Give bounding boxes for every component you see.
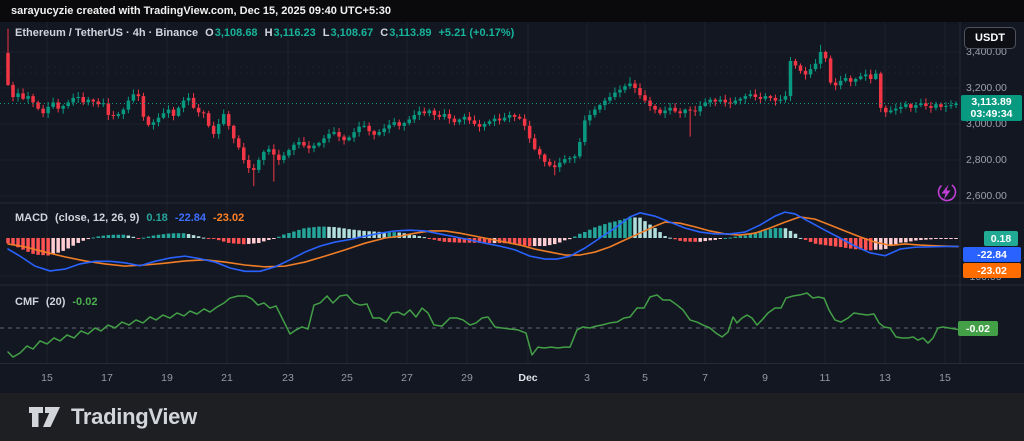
cmf-title: CMF [15, 296, 39, 308]
macd-signal-value: -23.02 [213, 212, 244, 224]
cmf-badge: -0.02 [958, 321, 998, 336]
change-value: +5.21 (+0.17%) [438, 27, 514, 39]
time-axis-label: 5 [642, 372, 648, 384]
macd-params: (close, 12, 26, 9) [55, 212, 139, 224]
high-value: H3,116.23 [265, 27, 316, 39]
footer-bar: TradingView [0, 393, 1024, 441]
last-price: 3,113.89 [971, 96, 1011, 108]
time-axis-label: 3 [584, 372, 590, 384]
time-axis-label: 29 [461, 372, 473, 384]
bar-countdown: 03:49:34 [970, 108, 1012, 120]
macd-line-badge: -22.84 [963, 247, 1021, 262]
time-axis-label: 9 [762, 372, 768, 384]
macd-hist-badge: 0.18 [984, 231, 1018, 246]
cmf-legend[interactable]: CMF (20) -0.02 [15, 296, 97, 308]
time-axis-label: 17 [101, 372, 113, 384]
price-axis-label: 2,600.00 [966, 190, 1007, 202]
brand-name[interactable]: TradingView [71, 404, 197, 430]
last-price-badge: 3,113.89 03:49:34 [961, 95, 1022, 121]
macd-signal-badge: -23.02 [963, 263, 1021, 278]
macd-legend[interactable]: MACD (close, 12, 26, 9) 0.18 -22.84 -23.… [15, 212, 244, 224]
open-value: O3,108.68 [205, 27, 257, 39]
symbol-legend[interactable]: Ethereum / TetherUS · 4h · Binance O3,10… [15, 27, 514, 39]
symbol-title: Ethereum / TetherUS · 4h · Binance [15, 27, 198, 39]
cmf-value: -0.02 [72, 296, 97, 308]
currency-toggle-button[interactable]: USDT [964, 27, 1016, 49]
time-axis-label: 15 [41, 372, 53, 384]
time-axis-label: 11 [820, 372, 831, 384]
tradingview-chart-screenshot: sarayucyzie created with TradingView.com… [0, 0, 1024, 441]
time-axis-label: Dec [518, 372, 537, 384]
chart-canvas[interactable] [0, 22, 1024, 363]
time-axis-label: 21 [221, 372, 233, 384]
time-axis-label: 7 [702, 372, 708, 384]
attribution-bar: sarayucyzie created with TradingView.com… [0, 0, 1024, 22]
price-axis-label: 2,800.00 [966, 154, 1007, 166]
price-axis-label: 3,200.00 [966, 82, 1007, 94]
attribution-text: sarayucyzie created with TradingView.com… [11, 5, 391, 17]
macd-hist-value: 0.18 [146, 212, 167, 224]
time-axis-label: 15 [939, 372, 951, 384]
time-axis-label: 23 [282, 372, 294, 384]
time-axis-label: 27 [401, 372, 413, 384]
time-axis-label: 19 [161, 372, 173, 384]
time-axis[interactable]: 15 17 19 21 23 25 27 29 Dec 3 5 7 9 11 13 15 [0, 363, 1024, 394]
macd-title: MACD [15, 212, 48, 224]
close-value: C3,113.89 [380, 27, 431, 39]
time-axis-label: 25 [341, 372, 353, 384]
time-axis-label: 13 [879, 372, 891, 384]
macd-line-value: -22.84 [175, 212, 206, 224]
tradingview-logo-icon[interactable] [28, 404, 62, 430]
cmf-params: (20) [46, 296, 66, 308]
low-value: L3,108.67 [323, 27, 374, 39]
